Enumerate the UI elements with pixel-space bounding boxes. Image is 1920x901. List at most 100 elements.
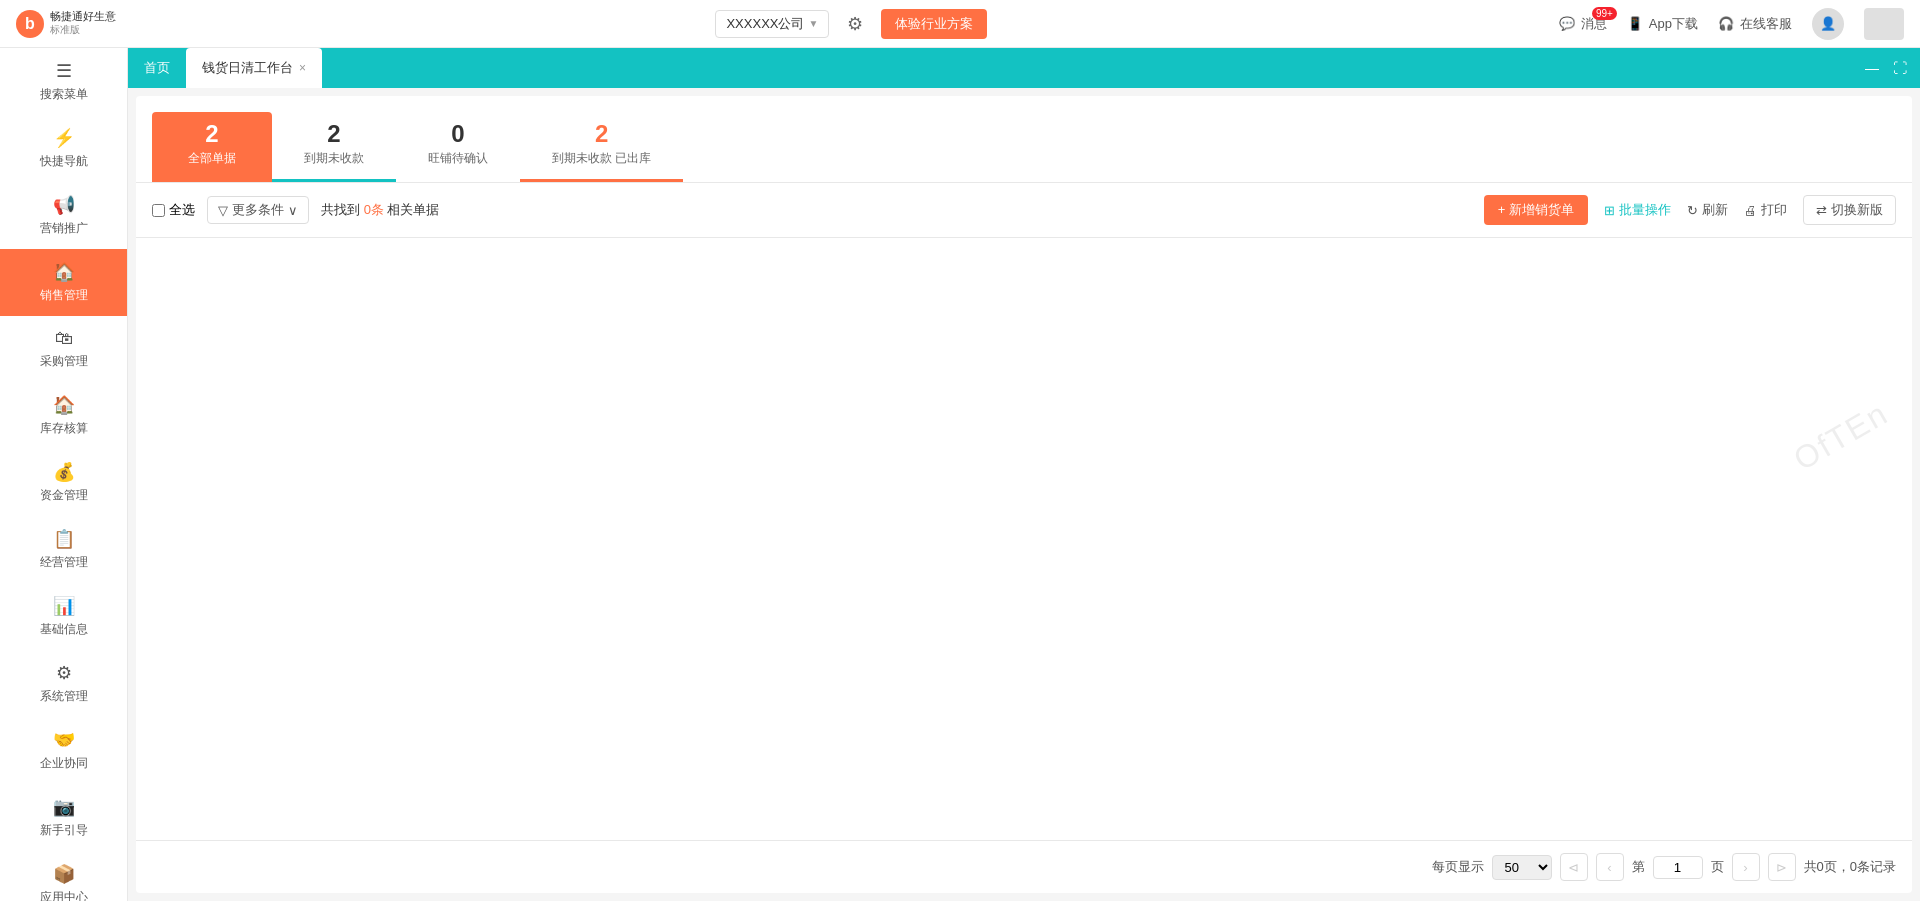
switch-label: 切换新版 [1831,201,1883,219]
stat-tab-pending[interactable]: 0 旺铺待确认 [396,112,520,182]
lightning-icon: ⚡ [53,127,75,149]
found-text: 共找到 0条 相关单据 [321,201,439,219]
toolbar-right: + 新增销货单 ⊞ 批量操作 ↻ 刷新 🖨 打印 ⇄ 切换新版 [1484,195,1896,225]
close-tab-icon[interactable]: × [299,61,306,75]
header: b 畅捷通好生意 标准版 XXXXXX公司 ▼ ⚙ 体验行业方案 💬 消息 99… [0,0,1920,48]
stats-tabs: 2 全部单据 2 到期未收款 0 旺铺待确认 2 到期未收款 已出库 [136,96,1912,183]
sidebar: ☰ 搜索菜单 ⚡ 快捷导航 📢 营销推广 🏠 销售管理 🛍 采购管理 🏠 库存核… [0,0,128,901]
header-right: 💬 消息 99+ 📱 App下载 🎧 在线客服 👤 [1559,8,1904,40]
sidebar-item-finance[interactable]: 💰 资金管理 [0,449,127,516]
prev-page-button[interactable]: ‹ [1596,853,1624,881]
sidebar-item-search[interactable]: ☰ 搜索菜单 [0,48,127,115]
first-page-button[interactable]: ⊲ [1560,853,1588,881]
basic-info-icon: 📊 [53,595,75,617]
sidebar-item-guide[interactable]: 📷 新手引导 [0,784,127,851]
stat-num-overdue-shipped: 2 [595,120,608,148]
nav-tabs: 首页 钱货日清工作台 × — ⛶ [128,48,1920,88]
stat-tab-overdue[interactable]: 2 到期未收款 [272,112,396,182]
stat-label-overdue-shipped: 到期未收款 已出库 [552,150,651,167]
sidebar-item-enterprise[interactable]: 🤝 企业协同 [0,717,127,784]
next-page-button[interactable]: › [1732,853,1760,881]
sidebar-item-purchase[interactable]: 🛍 采购管理 [0,316,127,382]
table-area: OfTEn [136,238,1912,840]
tab-cash-flow[interactable]: 钱货日清工作台 × [186,48,322,88]
switch-version-button[interactable]: ⇄ 切换新版 [1803,195,1896,225]
logo-icon: b [16,10,44,38]
message-action[interactable]: 💬 消息 99+ [1559,15,1607,33]
expand-button[interactable]: ⛶ [1888,56,1912,80]
select-all-area[interactable]: 全选 [152,201,195,219]
sidebar-item-app-center-label: 应用中心 [40,889,88,901]
settings-button[interactable]: ⚙ [839,8,871,40]
found-count: 0条 [364,202,384,217]
app-download-label: App下载 [1649,15,1698,33]
page-input[interactable] [1653,856,1703,879]
enterprise-icon: 🤝 [53,729,75,751]
stat-tab-overdue-shipped[interactable]: 2 到期未收款 已出库 [520,112,683,182]
company-selector[interactable]: XXXXXX公司 ▼ [715,10,829,38]
filter-icon: ▽ [218,203,228,218]
logo-subtitle: 标准版 [50,23,116,37]
sidebar-item-sales-label: 销售管理 [40,287,88,304]
trial-button[interactable]: 体验行业方案 [881,9,987,39]
sidebar-item-purchase-label: 采购管理 [40,353,88,370]
sidebar-item-quick-nav[interactable]: ⚡ 快捷导航 [0,115,127,182]
purchase-icon: 🛍 [55,328,73,349]
last-page-button[interactable]: ⊳ [1768,853,1796,881]
stat-num-overdue: 2 [327,120,340,148]
sidebar-item-sales[interactable]: 🏠 销售管理 [0,249,127,316]
print-action[interactable]: 🖨 打印 [1744,201,1787,219]
page-size-label: 每页显示 [1432,858,1484,876]
logo-area: b 畅捷通好生意 标准版 [16,10,144,38]
found-prefix: 共找到 [321,202,360,217]
refresh-action[interactable]: ↻ 刷新 [1687,201,1728,219]
sidebar-item-system[interactable]: ⚙ 系统管理 [0,650,127,717]
refresh-icon: ↻ [1687,203,1698,218]
online-service-label: 在线客服 [1740,15,1792,33]
sidebar-item-basic-info-label: 基础信息 [40,621,88,638]
page-size-select[interactable]: 20 50 100 [1492,855,1552,880]
stat-label-all: 全部单据 [188,150,236,167]
stat-label-overdue: 到期未收款 [304,150,364,167]
select-all-label: 全选 [169,201,195,219]
online-service-action[interactable]: 🎧 在线客服 [1718,15,1792,33]
phone-icon: 📱 [1627,16,1643,31]
new-sales-button[interactable]: + 新增销货单 [1484,195,1588,225]
switch-icon: ⇄ [1816,203,1827,218]
stat-tab-all[interactable]: 2 全部单据 [152,112,272,182]
pagination: 每页显示 20 50 100 ⊲ ‹ 第 页 › ⊳ 共0页，0条记录 [136,840,1912,893]
logo-char: b [25,15,35,33]
toolbar: 全选 ▽ 更多条件 ∨ 共找到 0条 相关单据 + 新增销货单 ⊞ 批量操作 ↻ [136,183,1912,238]
sidebar-item-inventory-label: 库存核算 [40,420,88,437]
main-content: 2 全部单据 2 到期未收款 0 旺铺待确认 2 到期未收款 已出库 全选 [128,88,1920,901]
sidebar-item-app-center[interactable]: 📦 应用中心 [0,851,127,901]
page-label-2: 页 [1711,858,1724,876]
avatar[interactable]: 👤 [1812,8,1844,40]
sidebar-item-quick-nav-label: 快捷导航 [40,153,88,170]
headset-icon: 🎧 [1718,16,1734,31]
print-icon: 🖨 [1744,203,1757,218]
filter-label: 更多条件 [232,201,284,219]
sales-icon: 🏠 [53,261,75,283]
user-area[interactable] [1864,8,1904,40]
tab-home[interactable]: 首页 [128,48,186,88]
batch-action[interactable]: ⊞ 批量操作 [1604,201,1671,219]
app-download-action[interactable]: 📱 App下载 [1627,15,1698,33]
user-icon: 👤 [1820,16,1836,31]
sidebar-item-basic-info[interactable]: 📊 基础信息 [0,583,127,650]
sidebar-item-operations-label: 经营管理 [40,554,88,571]
select-all-checkbox[interactable] [152,204,165,217]
chevron-down-icon: ▼ [808,18,818,29]
system-icon: ⚙ [56,662,72,684]
sidebar-item-inventory[interactable]: 🏠 库存核算 [0,382,127,449]
sidebar-item-search-label: 搜索菜单 [40,86,88,103]
watermark: OfTEn [1787,395,1894,478]
minimize-button[interactable]: — [1860,56,1884,80]
sidebar-item-marketing[interactable]: 📢 营销推广 [0,182,127,249]
filter-button[interactable]: ▽ 更多条件 ∨ [207,196,309,224]
finance-icon: 💰 [53,461,75,483]
batch-label: 批量操作 [1619,201,1671,219]
tab-cash-flow-label: 钱货日清工作台 [202,59,293,77]
tab-home-label: 首页 [144,59,170,77]
sidebar-item-operations[interactable]: 📋 经营管理 [0,516,127,583]
